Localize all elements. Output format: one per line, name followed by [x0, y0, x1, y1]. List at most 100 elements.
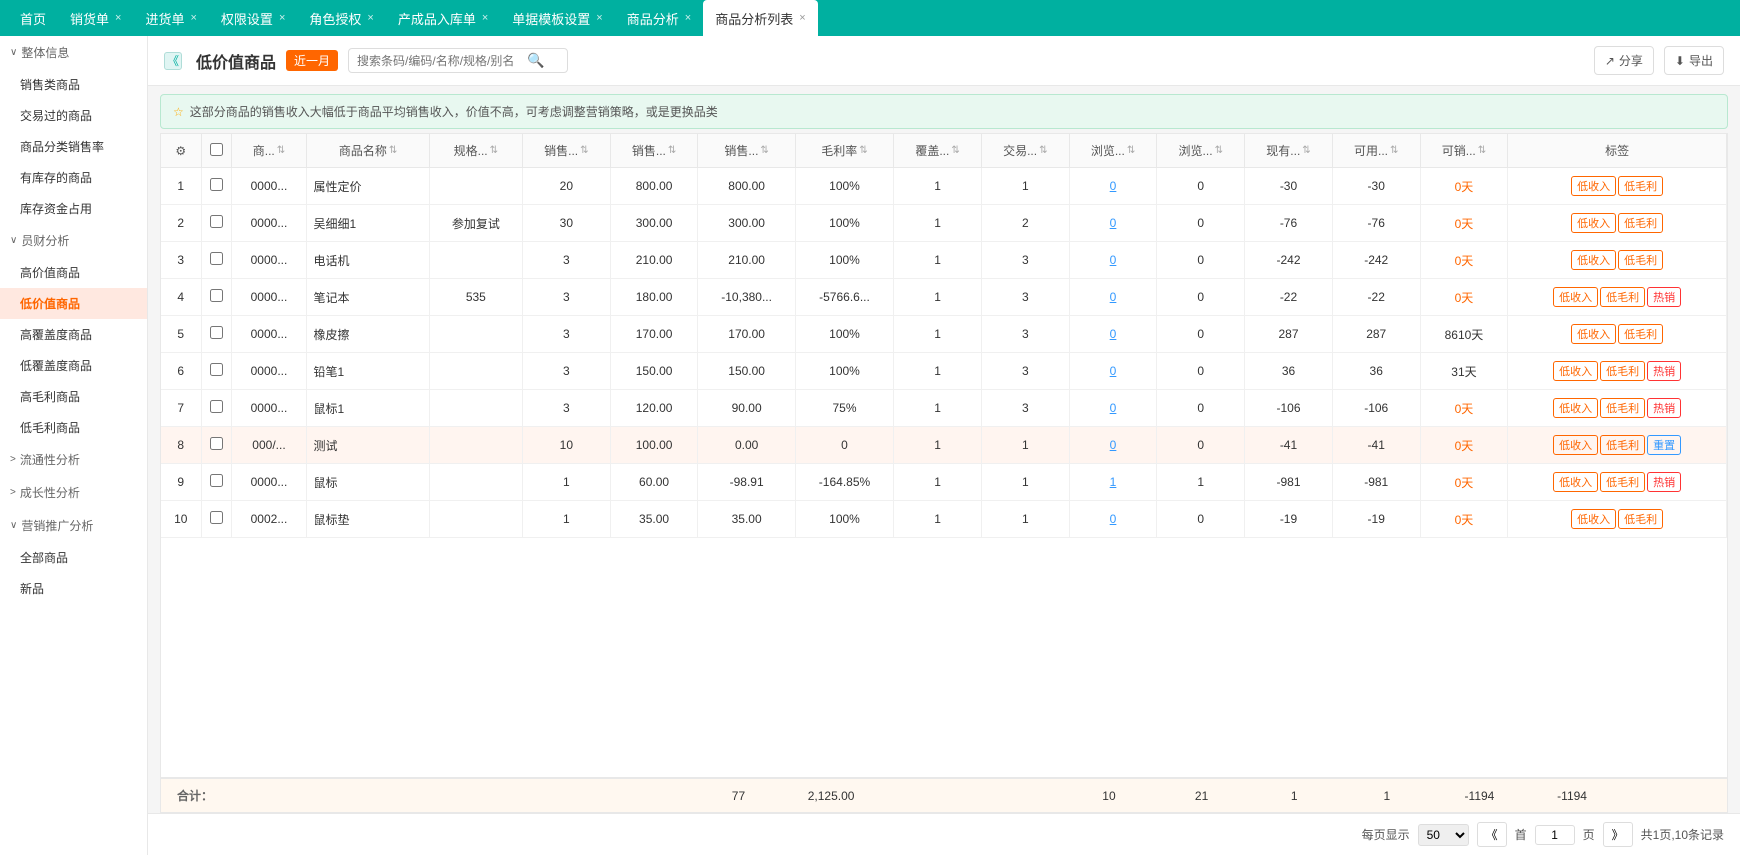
sidebar-item-商品分类销售率[interactable]: 商品分类销售率 [0, 131, 147, 162]
col-sales-amount[interactable]: 销售...⇅ [698, 134, 795, 168]
last-page-btn[interactable]: 》 [1603, 822, 1633, 847]
cell-checkbox[interactable] [201, 501, 231, 538]
row-checkbox[interactable] [210, 511, 223, 524]
nav-item-首页[interactable]: 首页 [8, 0, 58, 36]
cell-checkbox[interactable] [201, 242, 231, 279]
nav-item-商品分析[interactable]: 商品分析× [615, 0, 703, 36]
search-input[interactable] [357, 54, 527, 68]
cell-checkbox[interactable] [201, 205, 231, 242]
first-page-btn[interactable]: 《 [1477, 822, 1507, 847]
sidebar-item-交易过的商品[interactable]: 交易过的商品 [0, 100, 147, 131]
row-checkbox[interactable] [210, 215, 223, 228]
col-sales-qty[interactable]: 销售...⇅ [522, 134, 610, 168]
sidebar-item-销售类商品[interactable]: 销售类商品 [0, 69, 147, 100]
cell-spec: 535 [429, 279, 522, 316]
sidebar-item-高价值商品[interactable]: 高价值商品 [0, 257, 147, 288]
nav-item-销货单[interactable]: 销货单× [58, 0, 133, 36]
nav-item-产成品入库单[interactable]: 产成品入库单× [386, 0, 500, 36]
browse-link[interactable]: 0 [1110, 364, 1117, 378]
row-checkbox[interactable] [210, 400, 223, 413]
nav-item-权限设置[interactable]: 权限设置× [209, 0, 297, 36]
sidebar-item-库存资金占用[interactable]: 库存资金占用 [0, 193, 147, 224]
sidebar-item-有库存的商品[interactable]: 有库存的商品 [0, 162, 147, 193]
sidebar-section-员财分析[interactable]: ∨员财分析 [0, 224, 147, 257]
search-icon[interactable]: 🔍 [527, 52, 544, 69]
col-current-stock[interactable]: 现有...⇅ [1245, 134, 1333, 168]
col-spec[interactable]: 规格...⇅ [429, 134, 522, 168]
col-saleable[interactable]: 可销...⇅ [1420, 134, 1508, 168]
row-checkbox[interactable] [210, 474, 223, 487]
filter-tag[interactable]: 近一月 [286, 50, 338, 71]
sidebar-item-高毛利商品[interactable]: 高毛利商品 [0, 381, 147, 412]
cell-checkbox[interactable] [201, 279, 231, 316]
sidebar-item-高覆盖度商品[interactable]: 高覆盖度商品 [0, 319, 147, 350]
nav-item-角色授权[interactable]: 角色授权× [297, 0, 385, 36]
row-checkbox[interactable] [210, 289, 223, 302]
nav-close-icon[interactable]: × [115, 12, 121, 24]
col-sales-price[interactable]: 销售...⇅ [610, 134, 698, 168]
browse-link[interactable]: 0 [1110, 438, 1117, 452]
sidebar-section-流通性分析[interactable]: >流通性分析 [0, 443, 147, 476]
collapse-sidebar-btn[interactable]: 《 [164, 52, 182, 70]
cell-checkbox[interactable] [201, 353, 231, 390]
nav-close-icon[interactable]: × [482, 12, 488, 24]
nav-item-商品分析列表[interactable]: 商品分析列表× [703, 0, 817, 36]
browse-link[interactable]: 0 [1110, 401, 1117, 415]
cell-checkbox[interactable] [201, 427, 231, 464]
cell-checkbox[interactable] [201, 390, 231, 427]
col-trades[interactable]: 交易...⇅ [981, 134, 1069, 168]
sidebar-item-新品[interactable]: 新品 [0, 573, 147, 604]
browse-link[interactable]: 0 [1110, 512, 1117, 526]
col-code[interactable]: 商...⇅ [231, 134, 307, 168]
page-size-select[interactable]: 50 100 200 [1418, 824, 1469, 846]
col-browse2[interactable]: 浏览...⇅ [1157, 134, 1245, 168]
row-checkbox[interactable] [210, 326, 223, 339]
row-checkbox[interactable] [210, 178, 223, 191]
share-button[interactable]: ↗ 分享 [1594, 46, 1654, 75]
cell-checkbox[interactable] [201, 316, 231, 353]
nav-item-进货单[interactable]: 进货单× [133, 0, 208, 36]
nav-item-单据模板设置[interactable]: 单据模板设置× [500, 0, 614, 36]
nav-close-icon[interactable]: × [685, 12, 691, 24]
data-table-wrapper[interactable]: ⚙ 商...⇅ 商品名称⇅ 规格...⇅ 销售...⇅ 销售...⇅ 销售...… [160, 133, 1728, 778]
col-margin[interactable]: 毛利率⇅ [795, 134, 893, 168]
nav-close-icon[interactable]: × [190, 12, 196, 24]
sidebar-item-低价值商品[interactable]: 低价值商品 [0, 288, 147, 319]
col-checkbox[interactable] [201, 134, 231, 168]
cell-checkbox[interactable] [201, 168, 231, 205]
share-icon: ↗ [1605, 54, 1615, 68]
select-all-checkbox[interactable] [210, 143, 223, 156]
nav-close-icon[interactable]: × [367, 12, 373, 24]
footer-cells: 77 2,125.00 10 21 1 1 -1194 -1194 [253, 789, 1711, 803]
row-checkbox[interactable] [210, 437, 223, 450]
cell-tags: 低收入低毛利 [1508, 242, 1727, 279]
col-coverage[interactable]: 覆盖...⇅ [894, 134, 982, 168]
col-browse1[interactable]: 浏览...⇅ [1069, 134, 1157, 168]
browse-link[interactable]: 0 [1110, 179, 1117, 193]
sidebar-section-成长性分析[interactable]: >成长性分析 [0, 476, 147, 509]
export-button[interactable]: ⬇ 导出 [1664, 46, 1724, 75]
browse-link[interactable]: 0 [1110, 327, 1117, 341]
sidebar-section-营销推广分析[interactable]: ∨营销推广分析 [0, 509, 147, 542]
nav-close-icon[interactable]: × [799, 12, 805, 24]
browse-link[interactable]: 0 [1110, 253, 1117, 267]
cell-checkbox[interactable] [201, 464, 231, 501]
row-checkbox[interactable] [210, 252, 223, 265]
page-number-input[interactable] [1535, 825, 1575, 845]
cell-code: 0000... [231, 464, 307, 501]
col-available[interactable]: 可用...⇅ [1332, 134, 1420, 168]
sidebar-item-低毛利商品[interactable]: 低毛利商品 [0, 412, 147, 443]
col-name[interactable]: 商品名称⇅ [307, 134, 429, 168]
browse-link[interactable]: 1 [1110, 475, 1117, 489]
row-checkbox[interactable] [210, 363, 223, 376]
sidebar-section-整体信息[interactable]: ∨整体信息 [0, 36, 147, 69]
nav-close-icon[interactable]: × [279, 12, 285, 24]
nav-close-icon[interactable]: × [596, 12, 602, 24]
browse-link[interactable]: 0 [1110, 290, 1117, 304]
sidebar-item-全部商品[interactable]: 全部商品 [0, 542, 147, 573]
col-settings[interactable]: ⚙ [161, 134, 201, 168]
export-icon: ⬇ [1675, 54, 1685, 68]
browse-link[interactable]: 0 [1110, 216, 1117, 230]
sidebar-item-低覆盖度商品[interactable]: 低覆盖度商品 [0, 350, 147, 381]
tag-低收入: 低收入 [1571, 324, 1616, 344]
